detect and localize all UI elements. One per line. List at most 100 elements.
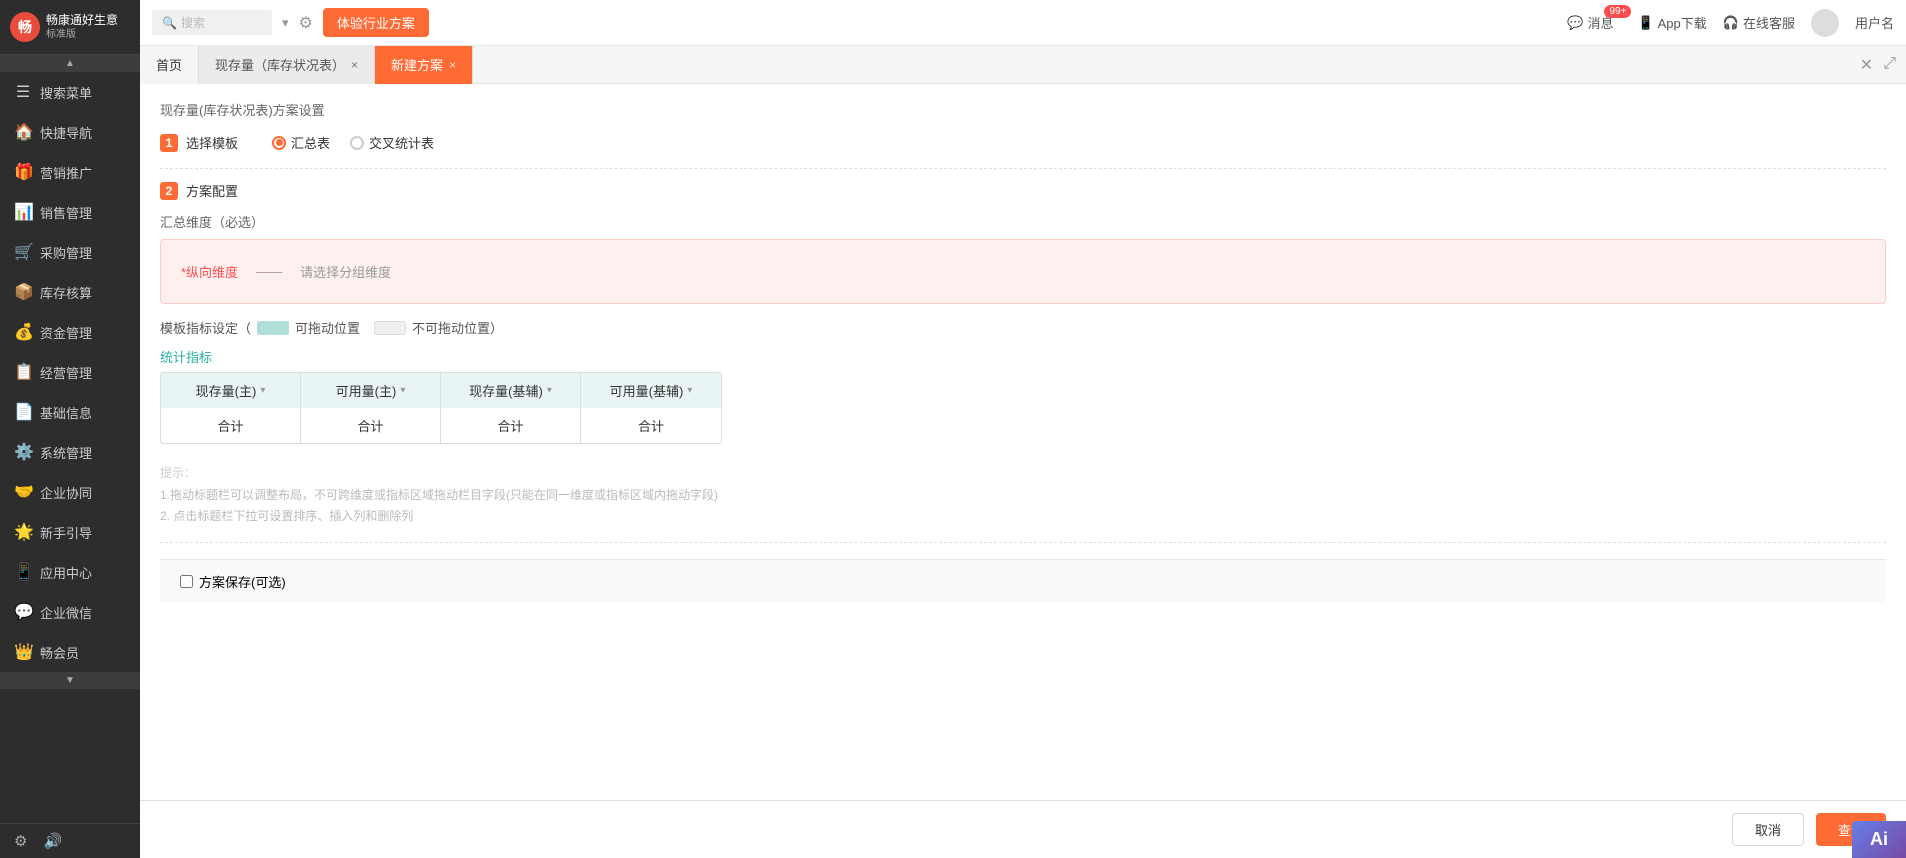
header-current-aux-caret[interactable]: ▾ — [547, 385, 552, 396]
dimension-label: 汇总维度（必选） — [160, 212, 1886, 231]
sidebar-item-guide[interactable]: 🌟 新手引导 — [0, 512, 140, 552]
body-subtotal-2: 合计 — [301, 408, 441, 443]
wechat-icon: 💬 — [14, 602, 32, 622]
sidebar-scroll-up[interactable]: ▲ — [0, 55, 140, 72]
sidebar-item-marketing[interactable]: 🎁 营销推广 — [0, 152, 140, 192]
username-label[interactable]: 用户名 — [1855, 13, 1894, 32]
sidebar-item-purchase[interactable]: 🛒 采购管理 — [0, 232, 140, 272]
topbar: 🔍 搜索 ▾ ⚙ 体验行业方案 💬 消息 99+ 📱 App下载 🎧 在线客服 … — [140, 0, 1906, 46]
messages-badge: 99+ — [1604, 5, 1631, 18]
radio-cross[interactable]: 交叉统计表 — [350, 133, 434, 152]
main-area: 🔍 搜索 ▾ ⚙ 体验行业方案 💬 消息 99+ 📱 App下载 🎧 在线客服 … — [140, 0, 1906, 858]
panel: 现存量(库存状况表)方案设置 1 选择模板 汇总表 交叉统计表 — [140, 84, 1906, 800]
sidebar-bottom: ⚙ 🔊 — [0, 823, 140, 858]
save-option: 方案保存(可选) — [160, 559, 1886, 603]
topbar-search-box[interactable]: 🔍 搜索 — [152, 10, 272, 35]
step2-title: 方案配置 — [186, 181, 238, 200]
tip-item-1: 1.拖动标题栏可以调整布局，不可跨维度或指标区域拖动栏目字段(只能在同一维度或指… — [160, 485, 1886, 507]
system-icon: ⚙️ — [14, 442, 32, 462]
radio-dot-cross — [350, 136, 364, 150]
topbar-dropdown-icon[interactable]: ▾ — [282, 15, 289, 31]
user-avatar[interactable] — [1811, 9, 1839, 37]
tab-new-plan[interactable]: 新建方案 × — [375, 46, 473, 84]
marketing-icon: 🎁 — [14, 162, 32, 182]
headset-icon: 🎧 — [1723, 15, 1739, 31]
step1-num: 1 — [160, 134, 178, 152]
sidebar-item-inventory[interactable]: 📦 库存核算 — [0, 272, 140, 312]
sidebar-item-finance[interactable]: 💰 资金管理 — [0, 312, 140, 352]
app-name: 畅康通好生意 标准版 — [46, 13, 118, 42]
tab-new-plan-close[interactable]: × — [449, 58, 456, 72]
app-logo: 畅 畅康通好生意 标准版 — [0, 0, 140, 55]
radio-summary[interactable]: 汇总表 — [272, 133, 330, 152]
header-available-aux-caret[interactable]: ▾ — [687, 385, 692, 396]
footer-bar: 取消 查询 — [140, 800, 1906, 858]
sales-icon: 📊 — [14, 202, 32, 222]
app-download-button[interactable]: 📱 App下载 — [1637, 13, 1706, 32]
sidebar-item-app-center[interactable]: 📱 应用中心 — [0, 552, 140, 592]
topbar-right: 💬 消息 99+ 📱 App下载 🎧 在线客服 用户名 — [1567, 9, 1894, 37]
member-icon: 👑 — [14, 642, 32, 662]
step1-title: 选择模板 — [186, 133, 238, 152]
table-indicators: 现存量(主) ▾ 可用量(主) ▾ 现存量(基辅) ▾ — [160, 372, 722, 444]
body-subtotal-4: 合计 — [581, 408, 721, 443]
header-available-main[interactable]: 可用量(主) ▾ — [301, 373, 441, 408]
app-center-icon: 📱 — [14, 562, 32, 582]
online-service-button[interactable]: 🎧 在线客服 — [1723, 13, 1795, 32]
page-content: 现存量(库存状况表)方案设置 1 选择模板 汇总表 交叉统计表 — [140, 84, 1906, 800]
sidebar-item-sales[interactable]: 📊 销售管理 — [0, 192, 140, 232]
trial-button[interactable]: 体验行业方案 — [323, 8, 429, 37]
header-current-aux[interactable]: 现存量(基辅) ▾ — [441, 373, 581, 408]
header-current-main-caret[interactable]: ▾ — [260, 385, 265, 396]
step1-header: 1 选择模板 汇总表 交叉统计表 — [160, 133, 1886, 152]
body-subtotal-3: 合计 — [441, 408, 581, 443]
table-indicators-header: 现存量(主) ▾ 可用量(主) ▾ 现存量(基辅) ▾ — [161, 373, 721, 408]
sidebar-item-basic-info[interactable]: 📄 基础信息 — [0, 392, 140, 432]
indicators-label-row: 模板指标设定（ 可拖动位置 不可拖动位置） — [160, 318, 1886, 337]
tips-title: 提示： — [160, 466, 196, 480]
tip-item-2: 2. 点击标题栏下拉可设置排序、插入列和删除列 — [160, 506, 1886, 528]
step1-section: 1 选择模板 汇总表 交叉统计表 — [160, 133, 1886, 152]
sidebar-item-search-menu[interactable]: ☰ 搜索菜单 — [0, 72, 140, 112]
topbar-settings-icon[interactable]: ⚙ — [299, 13, 313, 33]
sidebar-scroll-down[interactable]: ▼ — [0, 672, 140, 689]
dimension-area[interactable]: *纵向维度 —— 请选择分组维度 — [160, 239, 1886, 304]
step2-header: 2 方案配置 — [160, 181, 1886, 200]
header-current-main[interactable]: 现存量(主) ▾ — [161, 373, 301, 408]
save-checkbox[interactable] — [180, 575, 193, 588]
step2-section: 2 方案配置 汇总维度（必选） *纵向维度 —— 请选择分组维度 模板指标设定（ — [160, 181, 1886, 528]
tab-inventory-close[interactable]: × — [351, 58, 358, 72]
dimension-required: *纵向维度 — [181, 262, 238, 281]
radio-dot-summary — [272, 136, 286, 150]
sidebar-item-member[interactable]: 👑 畅会员 — [0, 632, 140, 672]
sidebar-item-wechat[interactable]: 💬 企业微信 — [0, 592, 140, 632]
tab-close-icon[interactable]: ✕ — [1860, 55, 1873, 75]
sidebar-item-quick-nav[interactable]: 🏠 快捷导航 — [0, 112, 140, 152]
sidebar-item-management[interactable]: 📋 经营管理 — [0, 352, 140, 392]
sidebar-item-system[interactable]: ⚙️ 系统管理 — [0, 432, 140, 472]
quick-nav-icon: 🏠 — [14, 122, 32, 142]
dimension-dash: —— — [256, 264, 282, 279]
tab-expand-icon[interactable]: ⤢ — [1883, 55, 1896, 75]
step2-body: 汇总维度（必选） *纵向维度 —— 请选择分组维度 模板指标设定（ 可拖动位置 — [160, 212, 1886, 528]
indicators-section: 模板指标设定（ 可拖动位置 不可拖动位置） 统计指标 现存量(主) — [160, 318, 1886, 447]
search-menu-icon: ☰ — [14, 82, 32, 102]
tab-home[interactable]: 首页 — [140, 46, 199, 84]
logo-icon: 畅 — [10, 12, 40, 42]
header-available-main-caret[interactable]: ▾ — [400, 385, 405, 396]
ai-float-button[interactable]: Ai — [1852, 821, 1906, 858]
inventory-icon: 📦 — [14, 282, 32, 302]
tabbar: 首页 现存量（库存状况表） × 新建方案 × ✕ ⤢ — [140, 46, 1906, 84]
cancel-button[interactable]: 取消 — [1732, 813, 1804, 846]
header-available-aux[interactable]: 可用量(基辅) ▾ — [581, 373, 721, 408]
sidebar-item-company[interactable]: 🤝 企业协同 — [0, 472, 140, 512]
sidebar-audio-icon[interactable]: 🔊 — [43, 832, 62, 850]
draggable-legend-box — [257, 321, 289, 335]
dimension-placeholder: 请选择分组维度 — [300, 262, 391, 281]
download-icon: 📱 — [1637, 15, 1653, 31]
sidebar-settings-icon[interactable]: ⚙ — [14, 832, 27, 850]
tab-inventory-status[interactable]: 现存量（库存状况表） × — [199, 46, 375, 84]
finance-icon: 💰 — [14, 322, 32, 342]
messages-button[interactable]: 💬 消息 99+ — [1567, 13, 1621, 32]
purchase-icon: 🛒 — [14, 242, 32, 262]
